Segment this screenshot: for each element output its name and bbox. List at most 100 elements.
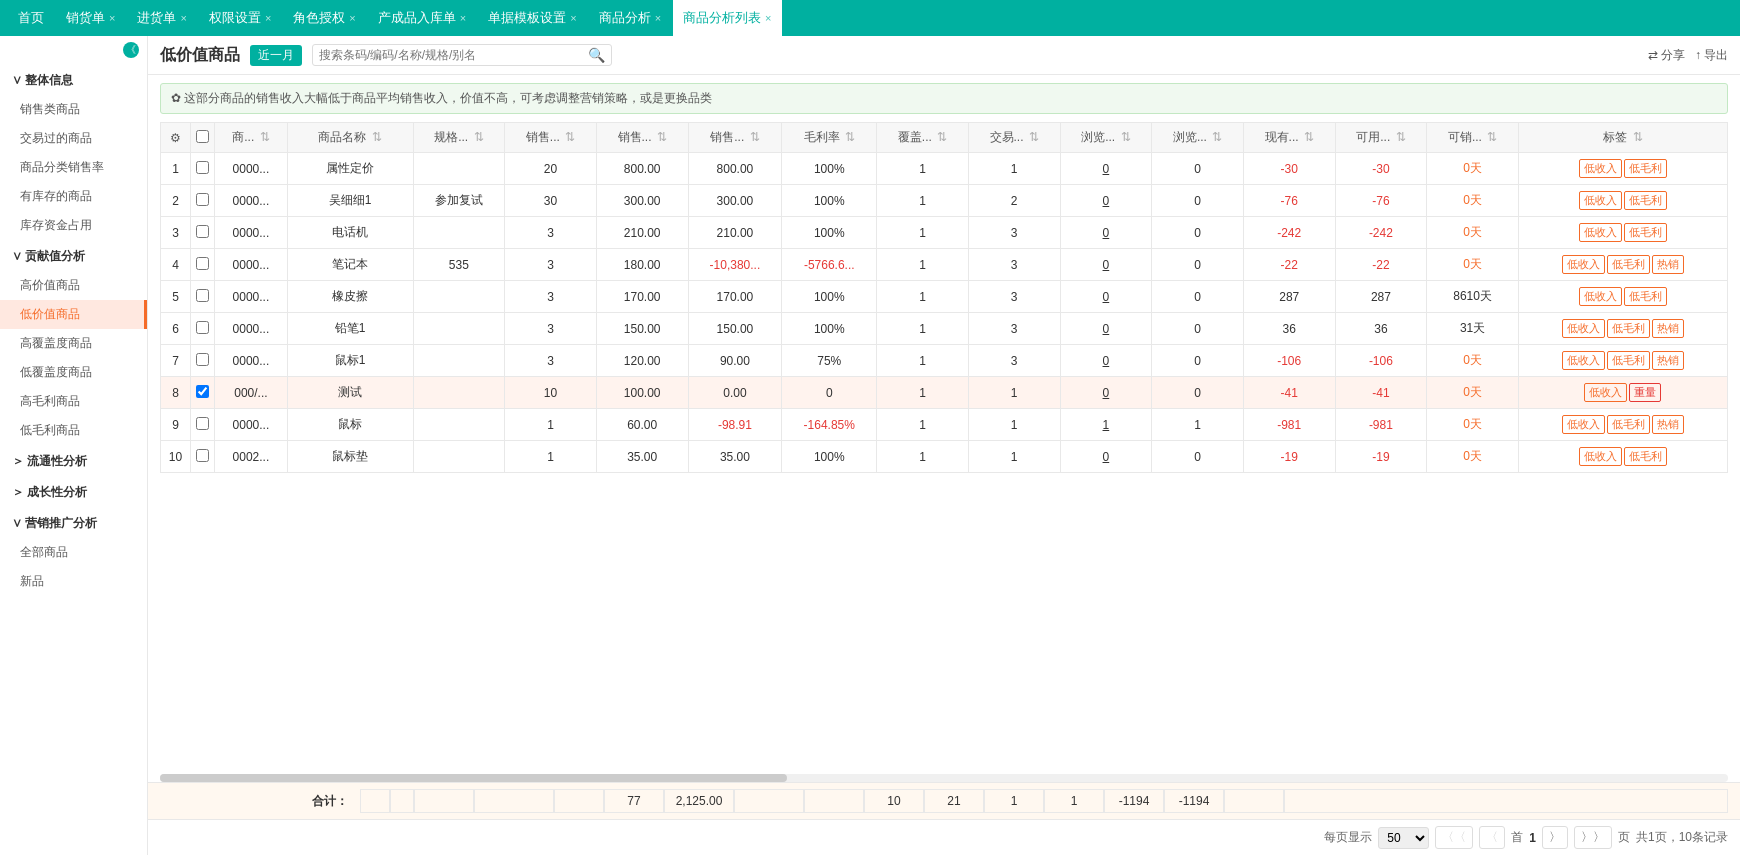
sidebar-item-low-value[interactable]: 低价值商品 <box>0 300 147 329</box>
close-icon[interactable]: × <box>349 12 355 24</box>
sidebar-item-low-margin[interactable]: 低毛利商品 <box>0 416 147 445</box>
table-row: 90000...鼠标160.00-98.91-164.85%1111-981-9… <box>161 409 1728 441</box>
sidebar-section-overall[interactable]: ∨ 整体信息 <box>0 64 147 95</box>
close-icon[interactable]: × <box>460 12 466 24</box>
col-name[interactable]: 商品名称 ⇅ <box>287 123 413 153</box>
col-browse2[interactable]: 浏览... ⇅ <box>1152 123 1244 153</box>
col-sales-profit[interactable]: 销售... ⇅ <box>688 123 782 153</box>
sidebar-section-liquidity[interactable]: ＞ 流通性分析 <box>0 445 147 476</box>
cell-checkbox[interactable] <box>191 153 215 185</box>
sidebar-item-high-coverage[interactable]: 高覆盖度商品 <box>0 329 147 358</box>
footer-trade: 21 <box>924 789 984 813</box>
per-page-select[interactable]: 50 100 200 <box>1378 827 1429 849</box>
cell-checkbox[interactable] <box>191 377 215 409</box>
browse-link[interactable]: 0 <box>1103 162 1110 176</box>
cell-trade: 3 <box>968 345 1060 377</box>
close-icon[interactable]: × <box>655 12 661 24</box>
first-page-btn[interactable]: 〈〈 <box>1435 826 1473 849</box>
cell-coverage: 1 <box>877 281 969 313</box>
sidebar-item-traded-goods[interactable]: 交易过的商品 <box>0 124 147 153</box>
col-coverage[interactable]: 覆盖... ⇅ <box>877 123 969 153</box>
browse-link[interactable]: 1 <box>1103 418 1110 432</box>
sidebar-section-growth[interactable]: ＞ 成长性分析 <box>0 476 147 507</box>
browse-link[interactable]: 0 <box>1103 450 1110 464</box>
sidebar-section-contribution[interactable]: ∨ 贡献值分析 <box>0 240 147 271</box>
cell-checkbox[interactable] <box>191 441 215 473</box>
cell-checkbox[interactable] <box>191 409 215 441</box>
sidebar-item-stocked-goods[interactable]: 有库存的商品 <box>0 182 147 211</box>
cell-trade: 3 <box>968 281 1060 313</box>
export-button[interactable]: ↑ 导出 <box>1695 47 1728 64</box>
cell-checkbox[interactable] <box>191 185 215 217</box>
browse-link[interactable]: 0 <box>1103 194 1110 208</box>
cell-checkbox[interactable] <box>191 345 215 377</box>
col-settings[interactable]: ⚙ <box>161 123 191 153</box>
cell-name: 鼠标1 <box>287 345 413 377</box>
col-browse1[interactable]: 浏览... ⇅ <box>1060 123 1152 153</box>
col-tags[interactable]: 标签 ⇅ <box>1518 123 1727 153</box>
nav-home[interactable]: 首页 <box>8 0 54 36</box>
browse-link[interactable]: 0 <box>1103 386 1110 400</box>
last-page-btn[interactable]: 〉〉 <box>1574 826 1612 849</box>
cell-sales-profit: -10,380... <box>688 249 782 281</box>
next-page-btn[interactable]: 〉 <box>1542 826 1568 849</box>
browse-link[interactable]: 0 <box>1103 354 1110 368</box>
footer-browse1: 1 <box>984 789 1044 813</box>
nav-product-analysis-list[interactable]: 商品分析列表 × <box>673 0 781 36</box>
col-gross-margin[interactable]: 毛利率 ⇅ <box>782 123 877 153</box>
cell-gross-margin: 100% <box>782 185 877 217</box>
sidebar-item-low-coverage[interactable]: 低覆盖度商品 <box>0 358 147 387</box>
cell-browse1: 0 <box>1060 345 1152 377</box>
sidebar-item-stock-funds[interactable]: 库存资金占用 <box>0 211 147 240</box>
nav-product-inbound[interactable]: 产成品入库单 × <box>368 0 476 36</box>
cell-checkbox[interactable] <box>191 281 215 313</box>
sidebar-item-category-sales-rate[interactable]: 商品分类销售率 <box>0 153 147 182</box>
cell-spec <box>413 409 505 441</box>
browse-link[interactable]: 0 <box>1103 226 1110 240</box>
close-icon[interactable]: × <box>765 12 771 24</box>
sidebar-item-all-goods[interactable]: 全部商品 <box>0 538 147 567</box>
tag-label: 低毛利 <box>1607 415 1650 434</box>
select-all-checkbox[interactable] <box>196 130 209 143</box>
col-saleable[interactable]: 可销... ⇅ <box>1427 123 1519 153</box>
col-sales-amt[interactable]: 销售... ⇅ <box>596 123 688 153</box>
search-input[interactable] <box>319 48 584 62</box>
nav-receipt-template[interactable]: 单据模板设置 × <box>478 0 586 36</box>
browse-link[interactable]: 0 <box>1103 322 1110 336</box>
browse-link[interactable]: 0 <box>1103 290 1110 304</box>
footer-blank1 <box>360 789 390 813</box>
prev-page-btn[interactable]: 〈 <box>1479 826 1505 849</box>
sidebar-section-marketing[interactable]: ∨ 营销推广分析 <box>0 507 147 538</box>
nav-product-analysis[interactable]: 商品分析 × <box>589 0 671 36</box>
sidebar-item-high-margin[interactable]: 高毛利商品 <box>0 387 147 416</box>
cell-tags: 低收入低毛利 <box>1518 441 1727 473</box>
cell-checkbox[interactable] <box>191 313 215 345</box>
close-icon[interactable]: × <box>265 12 271 24</box>
filter-tag[interactable]: 近一月 <box>250 45 302 66</box>
col-current-stock[interactable]: 现有... ⇅ <box>1243 123 1335 153</box>
close-icon[interactable]: × <box>180 12 186 24</box>
close-icon[interactable]: × <box>109 12 115 24</box>
nav-sales-order[interactable]: 销货单 × <box>56 0 125 36</box>
sidebar-item-sales-goods[interactable]: 销售类商品 <box>0 95 147 124</box>
horizontal-scrollbar[interactable] <box>160 774 1728 782</box>
col-spec[interactable]: 规格... ⇅ <box>413 123 505 153</box>
nav-purchase-order[interactable]: 进货单 × <box>127 0 196 36</box>
col-code[interactable]: 商... ⇅ <box>215 123 288 153</box>
sidebar-item-high-value[interactable]: 高价值商品 <box>0 271 147 300</box>
share-button[interactable]: ⇄ 分享 <box>1648 47 1685 64</box>
col-available[interactable]: 可用... ⇅ <box>1335 123 1427 153</box>
col-sales-qty[interactable]: 销售... ⇅ <box>505 123 597 153</box>
cell-checkbox[interactable] <box>191 217 215 249</box>
cell-current-stock: 36 <box>1243 313 1335 345</box>
sidebar-collapse-btn[interactable]: 《 <box>123 42 139 58</box>
browse-link[interactable]: 0 <box>1103 258 1110 272</box>
nav-permission[interactable]: 权限设置 × <box>199 0 281 36</box>
search-icon[interactable]: 🔍 <box>588 47 605 63</box>
sidebar-item-new-goods[interactable]: 新品 <box>0 567 147 596</box>
close-icon[interactable]: × <box>570 12 576 24</box>
col-trade[interactable]: 交易... ⇅ <box>968 123 1060 153</box>
cell-gross-margin: 100% <box>782 281 877 313</box>
nav-role-auth[interactable]: 角色授权 × <box>283 0 365 36</box>
cell-checkbox[interactable] <box>191 249 215 281</box>
